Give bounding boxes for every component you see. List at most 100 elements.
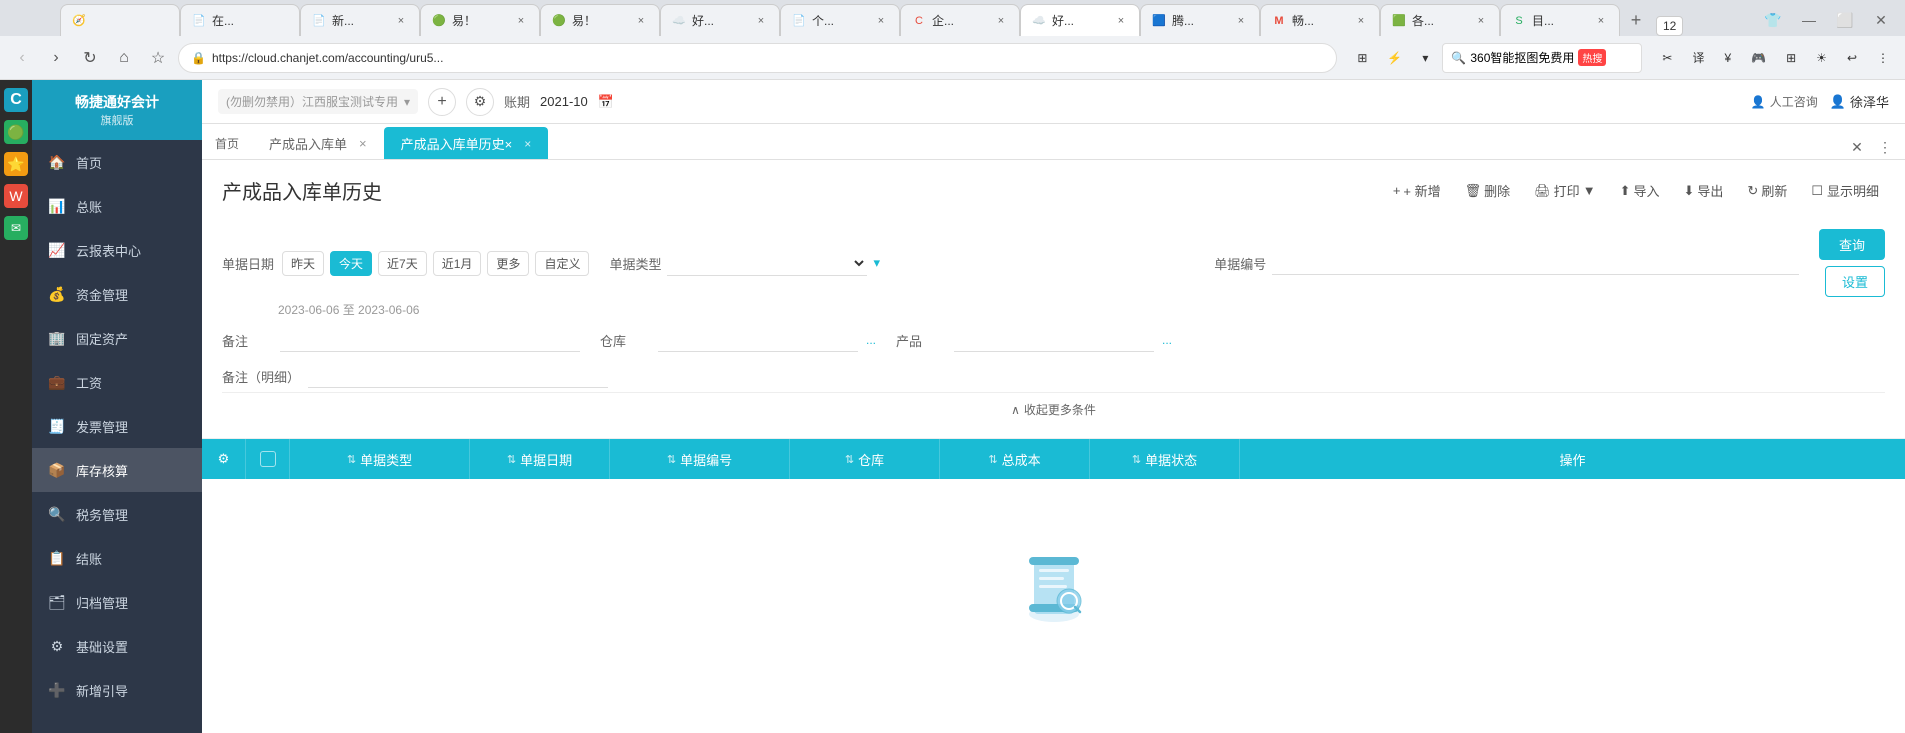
theme-icon[interactable]: ☀ <box>1808 43 1835 73</box>
1month-button[interactable]: 近1月 <box>433 251 482 276</box>
apps-icon[interactable]: ⊞ <box>1778 43 1804 73</box>
product-more[interactable]: ... <box>1162 333 1172 347</box>
more-panel-button[interactable]: ⋮ <box>1873 135 1897 159</box>
delete-button[interactable]: 🗑 删除 <box>1459 177 1517 204</box>
query-button[interactable]: 查询 <box>1819 229 1885 260</box>
type-column-header[interactable]: ⇅ 单据类型 <box>290 439 470 479</box>
sidebar-item-ledger[interactable]: 📊 总账 <box>32 184 202 228</box>
address-input[interactable]: 🔒 https://cloud.chanjet.com/accounting/u… <box>178 43 1337 73</box>
tab-history[interactable]: 产成品入库单历史× × <box>384 127 549 159</box>
collapse-button[interactable]: ∧ 收起更多条件 <box>222 392 1885 426</box>
tab-2[interactable]: 📄 新... × <box>300 4 420 36</box>
tab-2-close[interactable]: × <box>393 13 409 29</box>
star-button[interactable]: ☆ <box>144 44 172 72</box>
undo-icon[interactable]: ↩ <box>1839 43 1865 73</box>
tab-3-close[interactable]: × <box>513 13 529 29</box>
settings-column-header[interactable]: ⚙ <box>202 439 246 479</box>
tab-4[interactable]: 🟢 易！ × <box>540 4 660 36</box>
tab-9-close[interactable]: × <box>1233 13 1249 29</box>
refresh-button[interactable]: ↻ 刷新 <box>1741 177 1793 204</box>
status-column-header[interactable]: ⇅ 单据状态 <box>1090 439 1240 479</box>
red-app-icon[interactable]: W <box>4 184 28 208</box>
tab-11-close[interactable]: × <box>1473 13 1489 29</box>
tab-1[interactable]: 📄 在... <box>180 4 300 36</box>
star-app-icon[interactable]: ⭐ <box>4 152 28 176</box>
select-all-checkbox[interactable] <box>260 451 276 467</box>
tab-4-close[interactable]: × <box>633 13 649 29</box>
gamepad-icon[interactable]: 🎮 <box>1743 43 1774 73</box>
tab-11[interactable]: 🟩 各... × <box>1380 4 1500 36</box>
new-tab-button[interactable]: + <box>1620 4 1652 36</box>
tab-10[interactable]: M 畅... × <box>1260 4 1380 36</box>
tab-list-close[interactable]: × <box>359 136 367 151</box>
tab-9[interactable]: 🟦 腾... × <box>1140 4 1260 36</box>
set-button[interactable]: 设置 <box>1825 266 1885 297</box>
export-button[interactable]: ⬇ 导出 <box>1677 177 1729 204</box>
sidebar-item-invoice[interactable]: 🧾 发票管理 <box>32 404 202 448</box>
company-selector[interactable]: (勿删勿禁用）江西服宝测试专用 ▾ <box>218 89 418 114</box>
tab-12-close[interactable]: × <box>1593 13 1609 29</box>
tab-list[interactable]: 产成品入库单 × <box>252 127 384 159</box>
tab-10-close[interactable]: × <box>1353 13 1369 29</box>
add-company-button[interactable]: + <box>428 88 456 116</box>
7days-button[interactable]: 近7天 <box>378 251 427 276</box>
tab-3[interactable]: 🟢 易！ × <box>420 4 540 36</box>
sidebar-item-archive[interactable]: 🗂 归档管理 <box>32 580 202 624</box>
lightning-icon[interactable]: ⚡ <box>1379 43 1410 73</box>
sidebar-item-checkout[interactable]: 📋 结账 <box>32 536 202 580</box>
close-browser-button[interactable]: ✕ <box>1867 6 1895 34</box>
cost-column-header[interactable]: ⇅ 总成本 <box>940 439 1090 479</box>
sidebar-item-fund[interactable]: 💰 资金管理 <box>32 272 202 316</box>
tab-7-close[interactable]: × <box>993 13 1009 29</box>
sidebar-item-salary[interactable]: 💼 工资 <box>32 360 202 404</box>
remark-input[interactable] <box>280 328 580 352</box>
settings-button[interactable]: ⚙ <box>466 88 494 116</box>
tab-5[interactable]: ☁️ 好... × <box>660 4 780 36</box>
search-bar[interactable]: 🔍 360智能抠图免费用 热搜 <box>1442 43 1642 73</box>
minimize-button[interactable]: — <box>1795 6 1823 34</box>
back-button[interactable]: ‹ <box>8 44 36 72</box>
grid-icon[interactable]: ⊞ <box>1349 43 1375 73</box>
refresh-button[interactable]: ↻ <box>76 44 104 72</box>
num-column-header[interactable]: ⇅ 单据编号 <box>610 439 790 479</box>
warehouse-input[interactable] <box>658 328 858 352</box>
sidebar-item-new[interactable]: ➕ 新增引导 <box>32 668 202 712</box>
sidebar-item-inventory[interactable]: 📦 库存核算 <box>32 448 202 492</box>
tab-5-close[interactable]: × <box>753 13 769 29</box>
num-input[interactable] <box>1272 251 1799 275</box>
tab-7[interactable]: C 企... × <box>900 4 1020 36</box>
checkbox-column-header[interactable] <box>246 439 290 479</box>
tab-6[interactable]: 📄 个... × <box>780 4 900 36</box>
user-name-display[interactable]: 👤 徐泽华 <box>1830 92 1889 111</box>
settings-icon[interactable]: ⋮ <box>1869 43 1897 73</box>
today-button[interactable]: 今天 <box>330 251 372 276</box>
forward-button[interactable]: › <box>42 44 70 72</box>
breadcrumb-home[interactable]: 首页 <box>202 127 252 159</box>
sidebar-item-fixed[interactable]: 🏢 固定资产 <box>32 316 202 360</box>
remark2-input[interactable] <box>308 364 608 388</box>
scissors-icon[interactable]: ✂ <box>1654 43 1680 73</box>
sidebar-item-settings[interactable]: ⚙ 基础设置 <box>32 624 202 668</box>
close-panel-button[interactable]: ✕ <box>1845 135 1869 159</box>
dropdown-arrow[interactable]: ▾ <box>1414 43 1436 73</box>
user-service-link[interactable]: 👤 人工咨询 <box>1751 93 1818 110</box>
home-button[interactable]: ⌂ <box>110 44 138 72</box>
calendar-icon[interactable]: 📅 <box>598 94 614 110</box>
tab-8-close[interactable]: × <box>1113 13 1129 29</box>
green-app-icon[interactable]: 🟢 <box>4 120 28 144</box>
restore-button[interactable]: ⬜ <box>1831 6 1859 34</box>
warehouse-more[interactable]: ... <box>866 333 876 347</box>
sidebar-item-tax[interactable]: 🔍 税务管理 <box>32 492 202 536</box>
custom-button[interactable]: 自定义 <box>535 251 589 276</box>
yesterday-button[interactable]: 昨天 <box>282 251 324 276</box>
chanjet-icon[interactable]: C <box>4 88 28 112</box>
warehouse-column-header[interactable]: ⇅ 仓库 <box>790 439 940 479</box>
import-button[interactable]: ⬆ 导入 <box>1614 177 1666 204</box>
type-select[interactable] <box>667 250 867 276</box>
currency-icon[interactable]: ¥ <box>1716 43 1739 73</box>
sidebar-item-report[interactable]: 📈 云报表中心 <box>32 228 202 272</box>
more-button[interactable]: 更多 <box>487 251 529 276</box>
show-columns-checkbox[interactable]: ☐ 显示明细 <box>1805 177 1885 204</box>
date-column-header[interactable]: ⇅ 单据日期 <box>470 439 610 479</box>
tab-8[interactable]: ☁️ 好... × <box>1020 4 1140 36</box>
